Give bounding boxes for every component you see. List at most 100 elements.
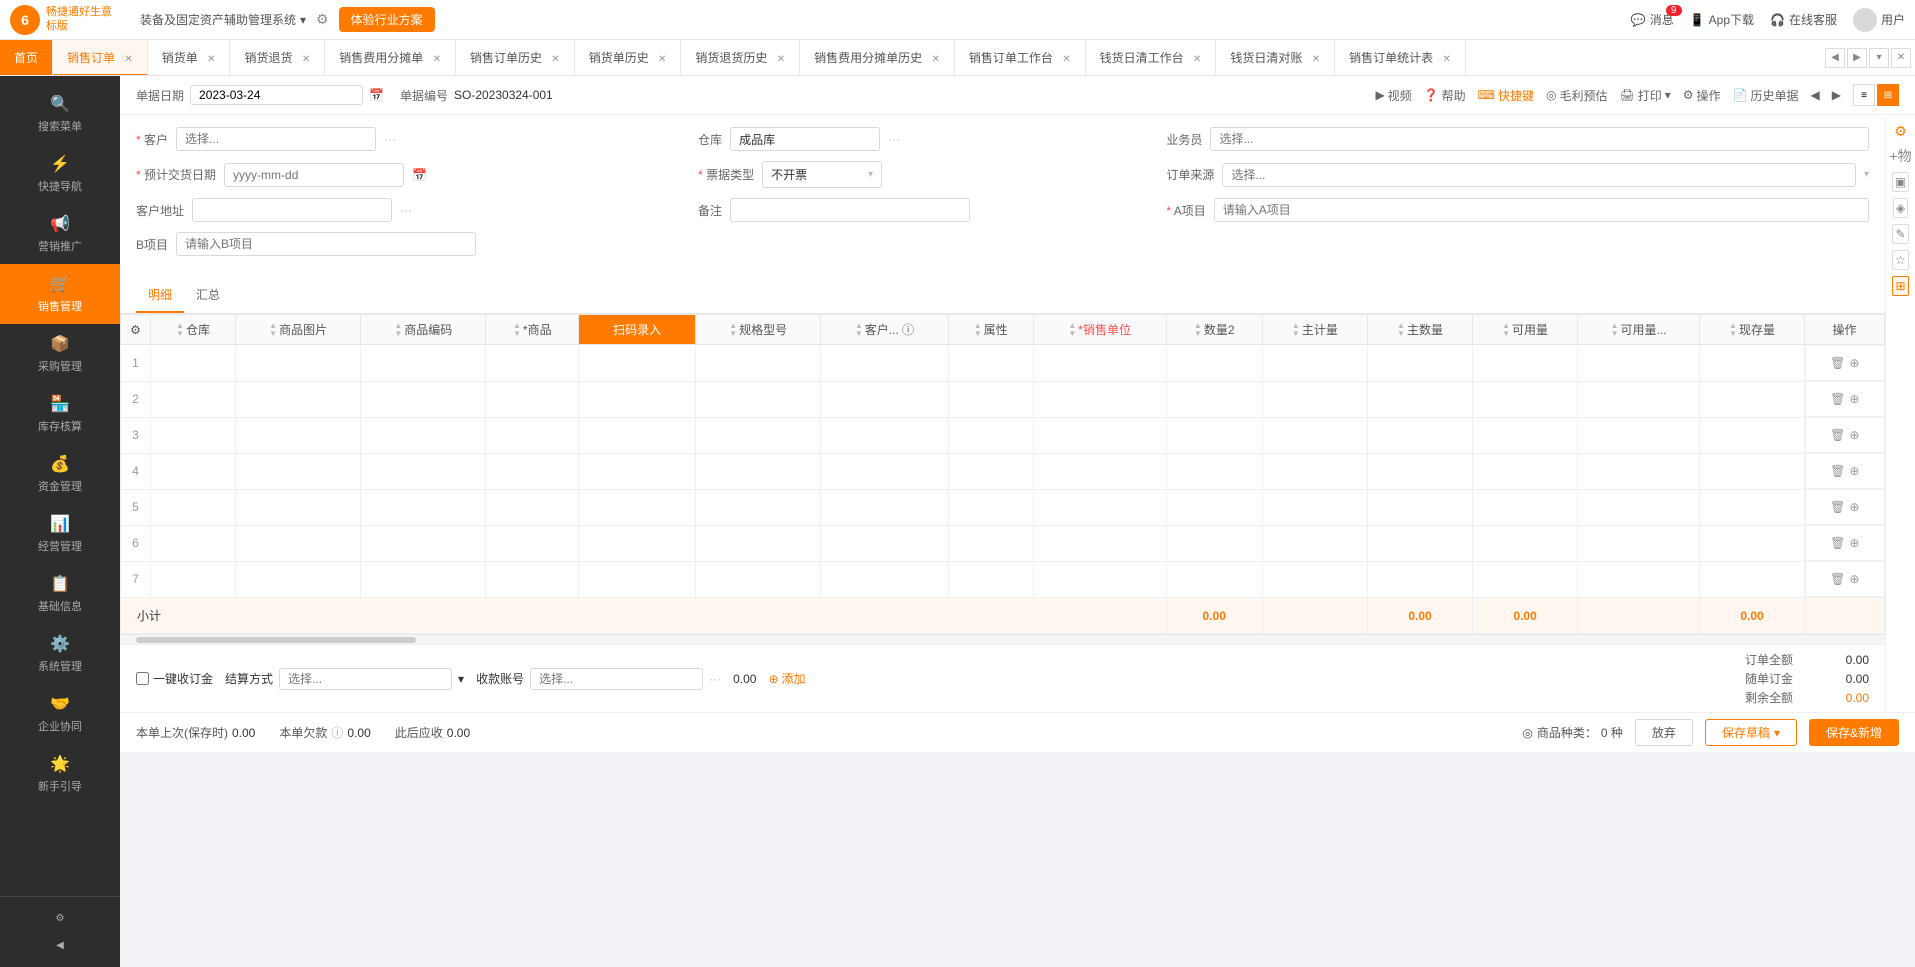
one-click-checkout-checkbox[interactable] [136,672,149,685]
cell[interactable] [1166,417,1262,453]
cell[interactable] [579,525,696,561]
cell[interactable] [1578,417,1700,453]
cell[interactable] [1473,417,1578,453]
cell[interactable] [486,453,579,489]
remarks-input[interactable] [730,198,970,222]
cell[interactable] [361,489,486,525]
cell[interactable] [1578,561,1700,598]
side-action-2[interactable]: ◈ [1893,198,1908,218]
customer-input[interactable] [176,127,376,151]
cell[interactable] [1367,489,1472,525]
cell[interactable] [696,345,821,382]
salesperson-input[interactable] [1210,127,1869,151]
cell[interactable] [821,525,948,561]
cell[interactable] [579,345,696,382]
add-material-btn[interactable]: +物 [1889,146,1911,166]
cell[interactable] [1262,525,1367,561]
operations-btn[interactable]: ⚙ 操作 [1683,87,1721,104]
sidebar-item-quick-nav[interactable]: ⚡ 快捷导航 [0,144,120,204]
cell[interactable] [579,561,696,598]
col-scan-input[interactable]: 扫码录入 [579,315,696,345]
save-draft-btn[interactable]: 保存草稿 ▾ [1705,719,1797,746]
cell[interactable] [1699,489,1804,525]
cell[interactable] [486,345,579,382]
tab-home[interactable]: 首页 [0,40,53,76]
profit-btn[interactable]: ◎ 毛利预估 [1546,87,1608,104]
cell[interactable] [696,561,821,598]
cell[interactable] [236,381,361,417]
row-actions[interactable]: 🗑⊕ [1805,561,1884,597]
cell[interactable] [1367,561,1472,598]
cell[interactable] [1473,489,1578,525]
cell[interactable] [1262,417,1367,453]
cell[interactable] [1166,525,1262,561]
close-icon[interactable]: ✕ [433,54,441,65]
address-ellipsis[interactable]: ··· [400,203,412,217]
cell[interactable] [696,489,821,525]
cell[interactable] [948,453,1033,489]
close-icon[interactable]: ✕ [551,54,559,65]
cell[interactable] [486,561,579,598]
nav-next-arrow[interactable]: ▶ [1847,48,1867,68]
tab-sales-order-workbench[interactable]: 销售订单工作台 ✕ [955,40,1086,76]
cell[interactable] [696,525,821,561]
cell[interactable] [1033,525,1166,561]
app-download-btn[interactable]: 📱 App下载 [1690,11,1754,28]
history-btn[interactable]: 📄 历史单据 [1733,87,1799,104]
cell[interactable] [151,489,236,525]
close-icon[interactable]: ✕ [777,54,785,65]
row-actions[interactable]: 🗑⊕ [1805,489,1884,525]
tab-sales-expense-split[interactable]: 销售费用分摊单 ✕ [325,40,456,76]
cell[interactable] [1262,381,1367,417]
cell[interactable] [151,417,236,453]
copy-row-icon[interactable]: ⊕ [1849,392,1859,406]
cell[interactable] [151,345,236,382]
copy-row-icon[interactable]: ⊕ [1849,500,1859,514]
cell[interactable] [236,417,361,453]
tab-summary[interactable]: 汇总 [184,278,232,313]
account-ellipsis[interactable]: ··· [709,672,721,686]
cell[interactable] [151,525,236,561]
tab-cashflow-workbench[interactable]: 钱货日清工作台 ✕ [1086,40,1217,76]
sidebar-collapse-btn[interactable]: ◀ [0,932,120,959]
delete-row-icon[interactable]: 🗑 [1830,464,1845,478]
cell[interactable] [821,489,948,525]
calendar-icon[interactable]: 📅 [369,88,384,102]
sidebar-settings-btn[interactable]: ⚙ [0,905,120,932]
cell[interactable] [151,381,236,417]
cell[interactable] [1473,561,1578,598]
cell[interactable] [361,525,486,561]
account-input[interactable] [530,668,703,690]
sidebar-item-inventory[interactable]: 🏪 库存核算 [0,384,120,444]
close-icon[interactable]: ✕ [932,54,940,65]
cell[interactable] [1033,489,1166,525]
cell[interactable] [1166,561,1262,598]
sidebar-item-marketing[interactable]: 📢 营销推广 [0,204,120,264]
sidebar-item-purchase[interactable]: 📦 采购管理 [0,324,120,384]
tab-detail[interactable]: 明细 [136,278,184,313]
copy-row-icon[interactable]: ⊕ [1849,536,1859,550]
cell[interactable] [1699,417,1804,453]
cell[interactable] [1262,453,1367,489]
nav-close-all[interactable]: ✕ [1891,48,1911,68]
cell[interactable] [361,417,486,453]
scroll-thumb[interactable] [136,637,416,643]
delivery-calendar-icon[interactable]: 📅 [412,168,427,182]
payment-method-arrow[interactable]: ▾ [458,672,464,686]
cell[interactable] [1699,381,1804,417]
cell[interactable] [1699,525,1804,561]
b-project-input[interactable] [176,232,476,256]
row-actions[interactable]: 🗑 ⊕ [1805,345,1884,381]
copy-row-icon[interactable]: ⊕ [1849,572,1859,586]
cell[interactable] [1578,345,1700,382]
close-icon[interactable]: ✕ [1442,54,1450,65]
close-icon[interactable]: ✕ [658,54,666,65]
delete-row-icon[interactable]: 🗑 [1830,428,1845,442]
cell[interactable] [1033,381,1166,417]
cell[interactable] [948,489,1033,525]
cell[interactable] [486,417,579,453]
customer-ellipsis[interactable]: ··· [384,132,396,146]
close-icon[interactable]: ✕ [207,54,215,65]
cell[interactable] [1699,561,1804,598]
message-btn[interactable]: 💬 消息 9 [1631,11,1674,28]
